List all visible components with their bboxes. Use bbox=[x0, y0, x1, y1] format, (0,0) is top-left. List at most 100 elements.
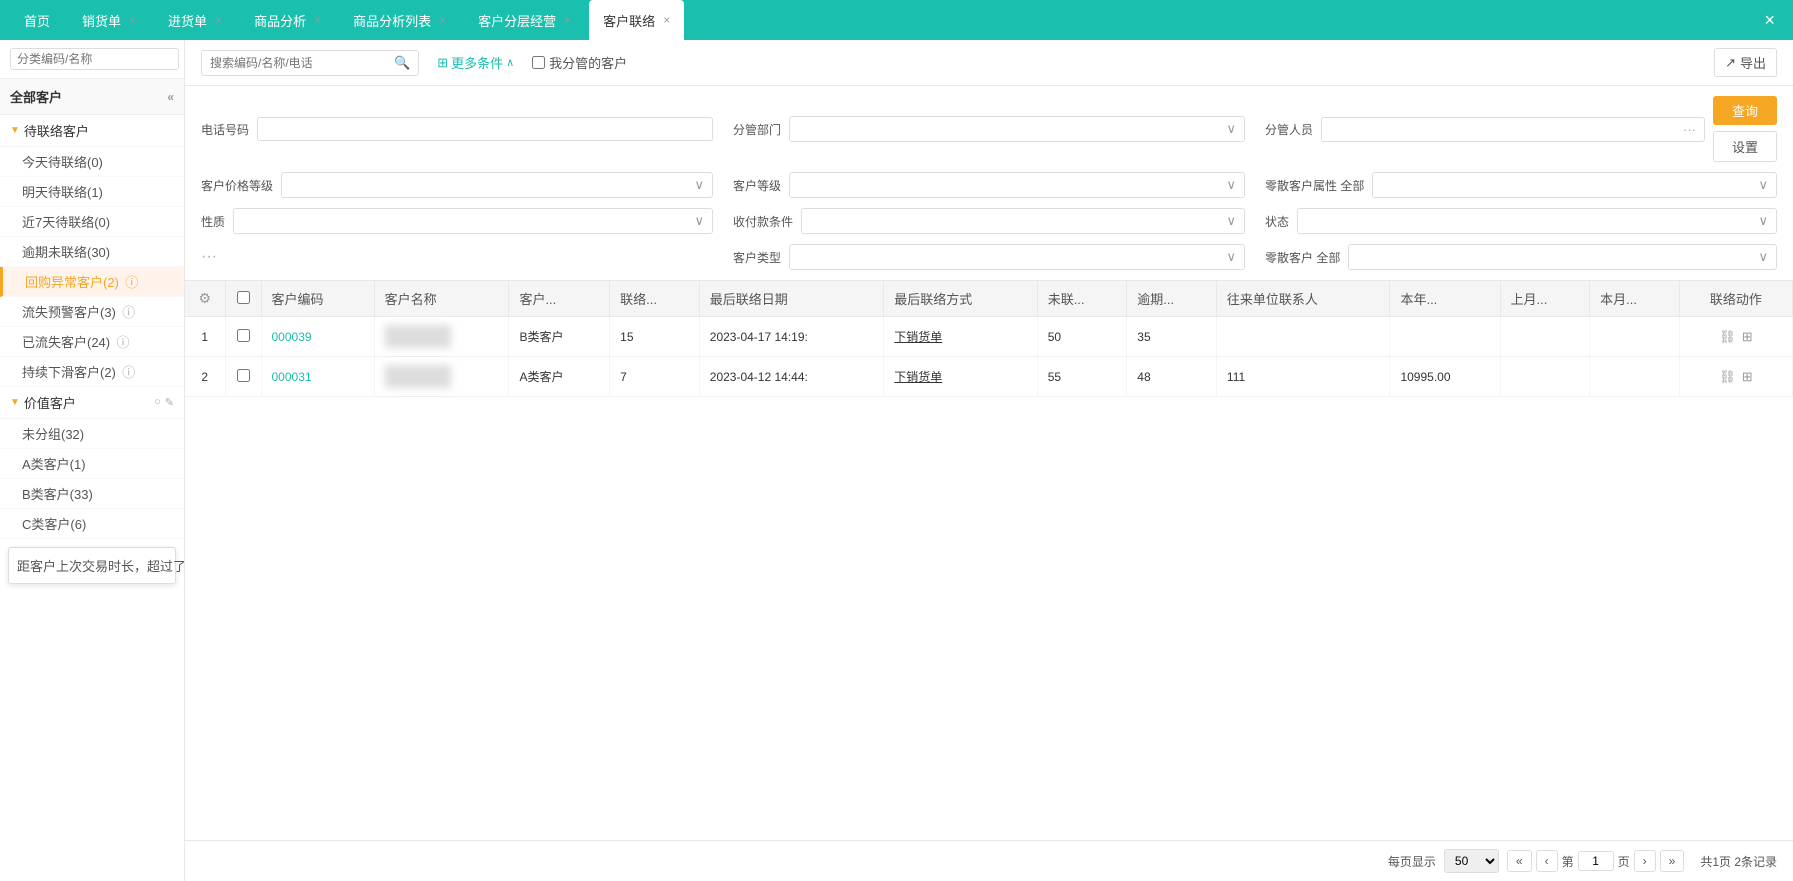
close-customer-contact-tab[interactable]: × bbox=[663, 13, 670, 27]
collapse-sidebar-icon[interactable]: « bbox=[167, 90, 174, 104]
main-search-input[interactable] bbox=[210, 56, 390, 70]
row1-checkbox[interactable] bbox=[225, 317, 261, 357]
phone-label: 电话号码 bbox=[201, 121, 249, 138]
sidebar-item-7days[interactable]: 近7天待联络(0) bbox=[0, 207, 184, 237]
sidebar-search-input[interactable] bbox=[10, 48, 179, 70]
table-area: ⚙ 客户编码 客户名称 客户... bbox=[185, 281, 1793, 840]
main-search-icon[interactable]: 🔍 bbox=[394, 55, 410, 71]
manager-input[interactable]: ··· bbox=[1321, 117, 1705, 142]
per-page-select[interactable]: 50 100 200 bbox=[1444, 849, 1499, 873]
row1-link-icon[interactable]: ⛓ bbox=[1719, 329, 1736, 345]
nav-tab-sales[interactable]: 销货单 × bbox=[68, 0, 150, 40]
dept-dropdown[interactable]: ∨ bbox=[789, 116, 1245, 142]
close-all-tabs[interactable]: × bbox=[1756, 10, 1783, 31]
phone-input[interactable] bbox=[257, 117, 713, 141]
pending-contact-group[interactable]: ▼ 待联络客户 bbox=[0, 115, 184, 147]
retail-attr-dropdown[interactable]: ∨ bbox=[1372, 172, 1777, 198]
col-last-contact-method-header: 最后联络方式 bbox=[884, 281, 1037, 317]
col-settings-header[interactable]: ⚙ bbox=[185, 281, 225, 317]
sidebar-item-churn-warning[interactable]: 流失预警客户(3) ⓘ bbox=[0, 297, 184, 327]
value-customer-group[interactable]: ▼ 价值客户 ○ ✎ bbox=[0, 387, 184, 419]
dept-label: 分管部门 bbox=[733, 121, 781, 138]
page-input[interactable] bbox=[1578, 851, 1614, 871]
row1-name: 名称 bbox=[374, 317, 509, 357]
sidebar-item-overdue[interactable]: 逾期未联络(30) bbox=[0, 237, 184, 267]
page-unit-label: 页 bbox=[1618, 853, 1630, 870]
customer-level-dropdown[interactable]: ∨ bbox=[789, 172, 1245, 198]
row1-uncontacted: 50 bbox=[1037, 317, 1127, 357]
select-all-checkbox[interactable] bbox=[237, 291, 250, 304]
row2-grid-icon[interactable]: ⊞ bbox=[1742, 369, 1753, 385]
sidebar-item-today[interactable]: 今天待联络(0) bbox=[0, 147, 184, 177]
row2-last-month bbox=[1500, 357, 1590, 397]
last-page-btn[interactable]: » bbox=[1660, 850, 1685, 872]
sidebar-item-b-class[interactable]: B类客户(33) bbox=[0, 479, 184, 509]
settings-button[interactable]: 设置 bbox=[1713, 131, 1777, 162]
settings-value-group-icon[interactable]: ✎ bbox=[165, 396, 174, 409]
export-btn[interactable]: ↗ 导出 bbox=[1714, 48, 1777, 77]
info-icon-churned: ⓘ bbox=[116, 335, 129, 350]
retail-customer-dropdown[interactable]: ∨ bbox=[1348, 244, 1777, 270]
nav-tab-customer-tier[interactable]: 客户分层经营 × bbox=[464, 0, 585, 40]
row2-checkbox[interactable] bbox=[225, 357, 261, 397]
col-overdue-header: 逾期... bbox=[1127, 281, 1217, 317]
sidebar-item-c-class[interactable]: C类客户(6) bbox=[0, 509, 184, 539]
first-page-btn[interactable]: « bbox=[1507, 850, 1532, 872]
nature-dropdown[interactable]: ∨ bbox=[233, 208, 713, 234]
sidebar-item-ungrouped[interactable]: 未分组(32) bbox=[0, 419, 184, 449]
sidebar-item-a-class[interactable]: A类客户(1) bbox=[0, 449, 184, 479]
sidebar-item-churned[interactable]: 已流失客户(24) ⓘ bbox=[0, 327, 184, 357]
row1-last-method[interactable]: 下销货单 bbox=[884, 317, 1037, 357]
more-conditions-btn[interactable]: ⊞ 更多条件 ∧ bbox=[429, 49, 522, 76]
close-product-analysis-tab[interactable]: × bbox=[314, 13, 321, 27]
page-total: 共1页 2条记录 bbox=[1700, 853, 1777, 870]
all-customers-header[interactable]: 全部客户 « bbox=[0, 79, 184, 115]
my-customers-checkbox[interactable]: 我分管的客户 bbox=[532, 53, 627, 72]
row1-check[interactable] bbox=[237, 329, 250, 342]
status-dropdown[interactable]: ∨ bbox=[1297, 208, 1777, 234]
row2-last-method[interactable]: 下销货单 bbox=[884, 357, 1037, 397]
close-purchase-tab[interactable]: × bbox=[215, 13, 222, 27]
info-icon-churn-warning: ⓘ bbox=[122, 305, 135, 320]
manager-label: 分管人员 bbox=[1265, 121, 1313, 138]
col-this-year-header: 本年... bbox=[1390, 281, 1500, 317]
nav-tab-purchase[interactable]: 进货单 × bbox=[154, 0, 236, 40]
more-filter-dots[interactable]: ··· bbox=[201, 248, 217, 266]
retail-attr-label: 零散客户属性 全部 bbox=[1265, 177, 1364, 194]
customer-type-dropdown[interactable]: ∨ bbox=[789, 244, 1245, 270]
next-page-btn[interactable]: › bbox=[1634, 850, 1656, 872]
page-navigation: « ‹ 第 页 › » bbox=[1507, 850, 1684, 872]
price-level-dropdown[interactable]: ∨ bbox=[281, 172, 713, 198]
adv-filter-panel: 电话号码 分管部门 ∨ 分管人员 ··· 查询 设置 bbox=[185, 86, 1793, 281]
query-button[interactable]: 查询 bbox=[1713, 96, 1777, 125]
close-sales-tab[interactable]: × bbox=[129, 13, 136, 27]
row1-overdue: 35 bbox=[1127, 317, 1217, 357]
nav-tab-product-list[interactable]: 商品分析列表 × bbox=[339, 0, 460, 40]
main-layout: 🔍 全部客户 « ▼ 待联络客户 今天待联络(0) 明天待联络(1) 近7天待联… bbox=[0, 40, 1793, 881]
row2-code[interactable]: 000031 bbox=[261, 357, 374, 397]
row2-actions: ⛓ ⊞ bbox=[1679, 357, 1792, 397]
row2-check[interactable] bbox=[237, 369, 250, 382]
edit-value-group-icon[interactable]: ○ bbox=[154, 396, 161, 409]
col-checkbox-header[interactable] bbox=[225, 281, 261, 317]
row2-link-icon[interactable]: ⛓ bbox=[1719, 369, 1736, 385]
nav-tab-product-analysis[interactable]: 商品分析 × bbox=[240, 0, 335, 40]
all-customers-label: 全部客户 bbox=[10, 87, 62, 106]
manager-dots: ··· bbox=[1683, 122, 1696, 137]
close-customer-tier-tab[interactable]: × bbox=[564, 13, 571, 27]
more-conditions-chevron: ∧ bbox=[506, 56, 514, 69]
sidebar-item-abnormal-repurchase[interactable]: 回购异常客户(2) ⓘ bbox=[0, 267, 184, 297]
pending-contact-label: 待联络客户 bbox=[24, 121, 89, 140]
row1-grid-icon[interactable]: ⊞ bbox=[1742, 329, 1753, 345]
table-settings-icon[interactable]: ⚙ bbox=[198, 290, 211, 306]
sidebar-item-tomorrow[interactable]: 明天待联络(1) bbox=[0, 177, 184, 207]
close-product-list-tab[interactable]: × bbox=[439, 13, 446, 27]
prev-page-btn[interactable]: ‹ bbox=[1536, 850, 1558, 872]
nav-tab-customer-contact[interactable]: 客户联络 × bbox=[589, 0, 684, 40]
nav-tab-home[interactable]: 首页 bbox=[10, 0, 64, 40]
payment-dropdown[interactable]: ∨ bbox=[801, 208, 1245, 234]
row1-this-month bbox=[1590, 317, 1680, 357]
sidebar-item-declining[interactable]: 持续下滑客户(2) ⓘ bbox=[0, 357, 184, 387]
my-customers-check[interactable] bbox=[532, 56, 545, 69]
row1-code[interactable]: 000039 bbox=[261, 317, 374, 357]
